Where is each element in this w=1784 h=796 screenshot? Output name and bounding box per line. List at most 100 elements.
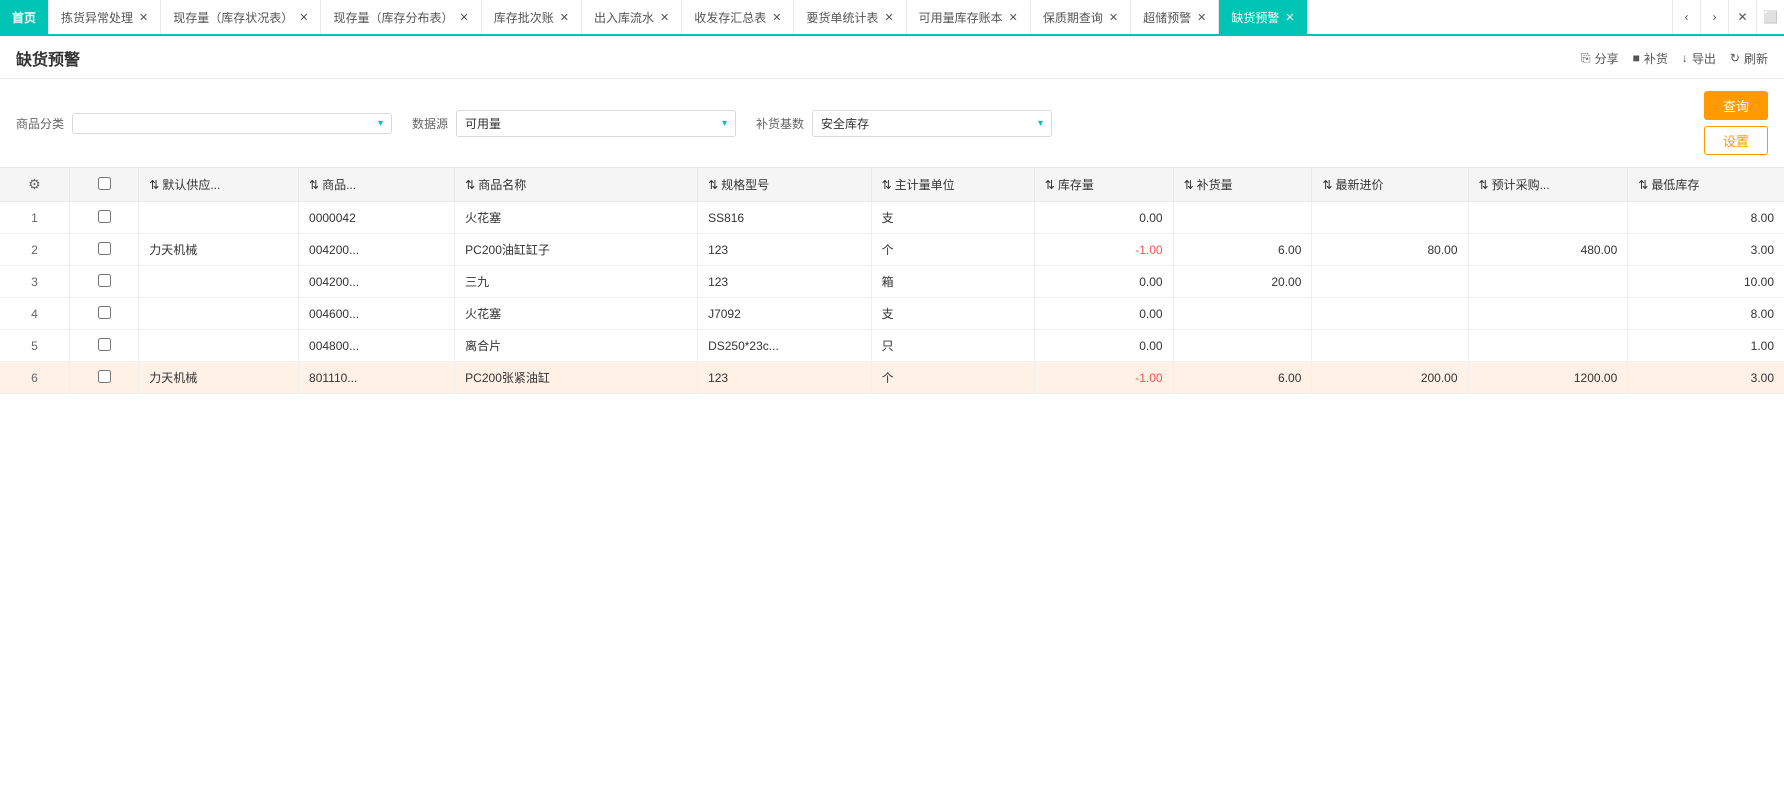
tab-overstock[interactable]: 超储预警 ✕ bbox=[1131, 0, 1219, 34]
tab-receive-total-close[interactable]: ✕ bbox=[772, 11, 781, 24]
tab-available-ledger-close[interactable]: ✕ bbox=[1009, 11, 1018, 24]
row-checkbox[interactable] bbox=[98, 338, 111, 351]
select-all-checkbox[interactable] bbox=[98, 177, 111, 190]
cell-spec: DS250*23c... bbox=[698, 330, 872, 362]
cell-stock: 0.00 bbox=[1034, 330, 1173, 362]
th-name-sort-icon: ⇅ bbox=[465, 178, 475, 192]
cell-stock: -1.00 bbox=[1034, 362, 1173, 394]
export-button[interactable]: ↓ 导出 bbox=[1682, 50, 1716, 67]
tab-shortage[interactable]: 缺货预警 ✕ bbox=[1219, 0, 1307, 34]
th-name[interactable]: ⇅ 商品名称 bbox=[455, 168, 698, 202]
cell-check[interactable] bbox=[69, 362, 138, 394]
tab-prev-button[interactable]: ‹ bbox=[1672, 0, 1700, 35]
tab-exception-close[interactable]: ✕ bbox=[139, 11, 148, 24]
tab-home[interactable]: 首页 bbox=[0, 0, 49, 34]
tab-shortage-close[interactable]: ✕ bbox=[1285, 11, 1294, 24]
tab-stock-dist[interactable]: 现存量（库存分布表） ✕ bbox=[321, 0, 481, 34]
cell-minstock: 3.00 bbox=[1628, 234, 1784, 266]
tab-fullscreen-button[interactable]: ⬜ bbox=[1756, 0, 1784, 35]
row-checkbox[interactable] bbox=[98, 370, 111, 383]
th-minstock-sort-icon: ⇅ bbox=[1638, 178, 1648, 192]
row-checkbox[interactable] bbox=[98, 306, 111, 319]
datasource-arrow-icon: ▾ bbox=[722, 118, 727, 129]
cell-check[interactable] bbox=[69, 234, 138, 266]
refresh-button[interactable]: ↻ 刷新 bbox=[1730, 50, 1768, 67]
th-restock[interactable]: ⇅ 补货量 bbox=[1173, 168, 1312, 202]
tab-order-stats-close[interactable]: ✕ bbox=[884, 11, 893, 24]
cell-unit: 支 bbox=[871, 202, 1034, 234]
tab-next-button[interactable]: › bbox=[1700, 0, 1728, 35]
cell-check[interactable] bbox=[69, 298, 138, 330]
tab-stock-dist-close[interactable]: ✕ bbox=[460, 11, 469, 24]
th-spec[interactable]: ⇅ 规格型号 bbox=[698, 168, 872, 202]
tab-overstock-close[interactable]: ✕ bbox=[1197, 11, 1206, 24]
tab-batch[interactable]: 库存批次账 ✕ bbox=[482, 0, 582, 34]
cell-check[interactable] bbox=[69, 330, 138, 362]
cell-restock: 6.00 bbox=[1173, 362, 1312, 394]
row-checkbox[interactable] bbox=[98, 274, 111, 287]
th-supplier[interactable]: ⇅ 默认供应... bbox=[139, 168, 299, 202]
row-checkbox[interactable] bbox=[98, 210, 111, 223]
category-label: 商品分类 bbox=[16, 115, 64, 132]
cell-check[interactable] bbox=[69, 266, 138, 298]
th-price[interactable]: ⇅ 最新进价 bbox=[1312, 168, 1468, 202]
settings-button[interactable]: 设置 bbox=[1704, 126, 1768, 155]
table-row: 3 004200... 三九 123 箱 0.00 20.00 10.00 bbox=[0, 266, 1784, 298]
cell-spec: 123 bbox=[698, 362, 872, 394]
table-row: 6 力天机械 801110... PC200张紧油缸 123 个 -1.00 6… bbox=[0, 362, 1784, 394]
tab-expiry[interactable]: 保质期查询 ✕ bbox=[1031, 0, 1131, 34]
th-code[interactable]: ⇅ 商品... bbox=[299, 168, 455, 202]
cell-check[interactable] bbox=[69, 202, 138, 234]
gear-icon[interactable]: ⚙ bbox=[28, 176, 41, 192]
tab-available-ledger[interactable]: 可用量库存账本 ✕ bbox=[907, 0, 1031, 34]
cell-seq: 3 bbox=[0, 266, 69, 298]
tab-home-label: 首页 bbox=[12, 9, 36, 26]
cell-spec: SS816 bbox=[698, 202, 872, 234]
table-row: 4 004600... 火花塞 J7092 支 0.00 8.00 bbox=[0, 298, 1784, 330]
th-unit-label: 主计量单位 bbox=[895, 176, 955, 193]
tab-inout-flow-label: 出入库流水 bbox=[594, 9, 654, 26]
share-button[interactable]: ⎘ 分享 bbox=[1581, 50, 1619, 67]
th-settings[interactable]: ⚙ bbox=[0, 168, 69, 202]
restock-basis-select[interactable]: 安全库存 ▾ bbox=[812, 110, 1052, 137]
table-row: 1 0000042 火花塞 SS816 支 0.00 8.00 bbox=[0, 202, 1784, 234]
cell-restock bbox=[1173, 202, 1312, 234]
th-forecast[interactable]: ⇅ 预计采购... bbox=[1468, 168, 1628, 202]
th-code-sort-icon: ⇅ bbox=[309, 178, 319, 192]
row-checkbox[interactable] bbox=[98, 242, 111, 255]
restock-label: 补货 bbox=[1644, 50, 1668, 67]
tab-inout-flow-close[interactable]: ✕ bbox=[660, 11, 669, 24]
table-header-row: ⚙ ⇅ 默认供应... ⇅ 商品... bbox=[0, 168, 1784, 202]
cell-supplier bbox=[139, 330, 299, 362]
category-select[interactable]: ▾ bbox=[72, 113, 392, 134]
restock-button[interactable]: ■ 补货 bbox=[1633, 50, 1668, 67]
th-checkbox[interactable] bbox=[69, 168, 138, 202]
th-minstock[interactable]: ⇅ 最低库存 bbox=[1628, 168, 1784, 202]
tab-exception[interactable]: 拣货异常处理 ✕ bbox=[49, 0, 161, 34]
cell-forecast bbox=[1468, 202, 1628, 234]
query-button[interactable]: 查询 bbox=[1704, 91, 1768, 120]
tab-order-stats[interactable]: 要货单统计表 ✕ bbox=[794, 0, 906, 34]
tab-inout-flow[interactable]: 出入库流水 ✕ bbox=[582, 0, 682, 34]
th-unit[interactable]: ⇅ 主计量单位 bbox=[871, 168, 1034, 202]
cell-supplier bbox=[139, 266, 299, 298]
tab-stock-status-close[interactable]: ✕ bbox=[299, 11, 308, 24]
cell-forecast bbox=[1468, 298, 1628, 330]
cell-unit: 支 bbox=[871, 298, 1034, 330]
th-supplier-label: 默认供应... bbox=[162, 176, 220, 193]
tab-receive-total[interactable]: 收发存汇总表 ✕ bbox=[682, 0, 794, 34]
cell-unit: 只 bbox=[871, 330, 1034, 362]
refresh-label: 刷新 bbox=[1744, 50, 1768, 67]
tab-stock-status[interactable]: 现存量（库存状况表） ✕ bbox=[161, 0, 321, 34]
th-stock[interactable]: ⇅ 库存量 bbox=[1034, 168, 1173, 202]
tab-expiry-close[interactable]: ✕ bbox=[1109, 11, 1118, 24]
tab-batch-close[interactable]: ✕ bbox=[560, 11, 569, 24]
cell-code: 004600... bbox=[299, 298, 455, 330]
tab-close-button[interactable]: ✕ bbox=[1728, 0, 1756, 35]
cell-restock: 6.00 bbox=[1173, 234, 1312, 266]
datasource-select[interactable]: 可用量 ▾ bbox=[456, 110, 736, 137]
cell-supplier: 力天机械 bbox=[139, 362, 299, 394]
cell-stock: 0.00 bbox=[1034, 202, 1173, 234]
cell-seq: 1 bbox=[0, 202, 69, 234]
cell-stock: -1.00 bbox=[1034, 234, 1173, 266]
